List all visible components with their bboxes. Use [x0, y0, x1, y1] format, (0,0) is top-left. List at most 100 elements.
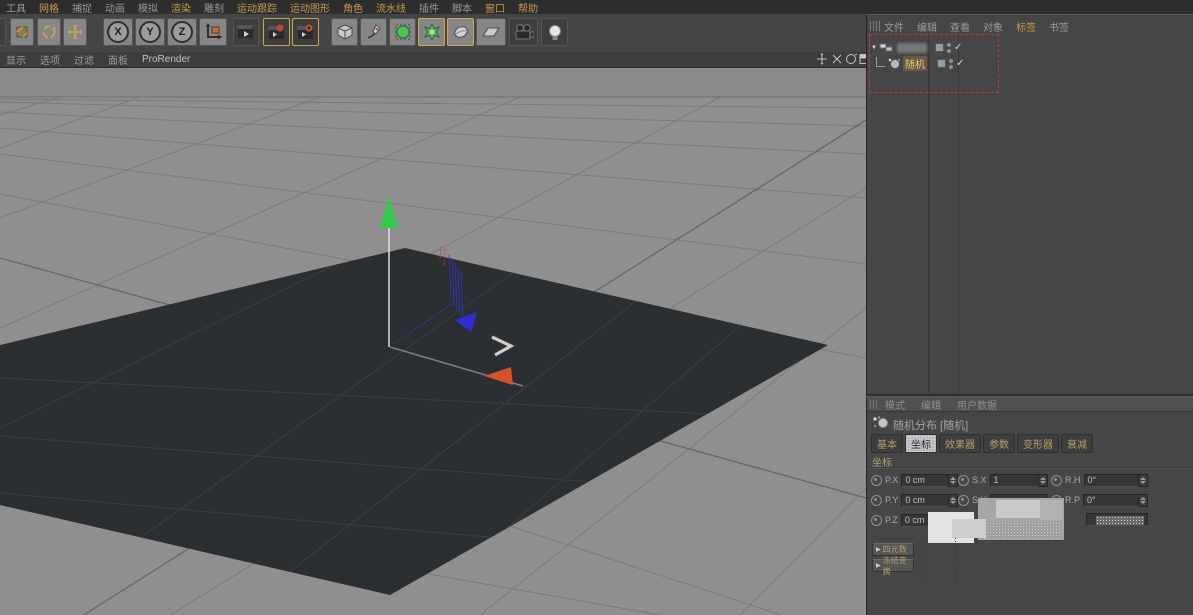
- rh-input[interactable]: 0°: [1083, 473, 1139, 487]
- tab-parameter[interactable]: 参数: [983, 434, 1015, 453]
- py-input[interactable]: 0 cm: [901, 493, 949, 507]
- menu-mograph[interactable]: 运动图形: [290, 0, 330, 15]
- py-stepper[interactable]: [949, 493, 958, 507]
- sx-input[interactable]: 1: [989, 473, 1039, 487]
- selection-marquee: [869, 34, 999, 93]
- anim-dot[interactable]: [871, 474, 882, 486]
- group-freeze-button[interactable]: ▶ 冻结变换: [872, 556, 914, 576]
- attribute-title: 随机分布 [随机]: [893, 420, 969, 432]
- menu-snap[interactable]: 捕捉: [72, 0, 92, 15]
- tab-deformer[interactable]: 变形器: [1017, 434, 1059, 453]
- object-manager-menubar: 文件 编辑 查看 对象 标签 书签: [868, 19, 1193, 34]
- axis-x-label: X: [107, 21, 129, 43]
- viewport-nav-icons: [816, 53, 866, 66]
- add-cube-button[interactable]: [331, 18, 358, 46]
- menu-mesh[interactable]: 网格: [39, 0, 59, 15]
- sx-stepper[interactable]: [1039, 473, 1048, 487]
- camera-button[interactable]: [509, 18, 538, 46]
- viewport-menu-options[interactable]: 选项: [40, 52, 60, 67]
- menu-render[interactable]: 渲染: [171, 0, 191, 15]
- mograph-effector-button[interactable]: [418, 18, 445, 46]
- viewport-menu-prorender[interactable]: ProRender: [142, 54, 190, 65]
- menu-animate[interactable]: 动画: [105, 0, 125, 15]
- viewport-menu-filter[interactable]: 过滤: [74, 52, 94, 67]
- anim-dot[interactable]: [871, 514, 882, 526]
- anim-dot[interactable]: [871, 494, 882, 506]
- tab-effector[interactable]: 效果器: [939, 434, 981, 453]
- menu-pipeline[interactable]: 流水线: [376, 0, 406, 15]
- pen-icon: [365, 23, 383, 41]
- main-toolbar: X Y Z: [0, 14, 866, 53]
- box-select-button[interactable]: [10, 18, 34, 46]
- am-menu-mode[interactable]: 模式: [885, 397, 905, 412]
- coordinate-system-icon: [204, 23, 222, 41]
- collapse-arrow-icon: ▶: [876, 547, 881, 553]
- field-px: P.X 0 cm: [871, 473, 958, 487]
- move-tool-button[interactable]: [63, 18, 87, 46]
- om-menu-edit[interactable]: 编辑: [917, 19, 937, 34]
- tab-falloff[interactable]: 衰减: [1061, 434, 1093, 453]
- render-region-button[interactable]: [263, 18, 290, 46]
- censor-block: [983, 522, 1061, 540]
- menu-help[interactable]: 帮助: [518, 0, 538, 15]
- deformer-button[interactable]: [447, 18, 474, 46]
- pan-icon: [817, 53, 827, 65]
- menu-window[interactable]: 窗口: [485, 0, 505, 15]
- rotate-tool-button[interactable]: [37, 18, 61, 46]
- anim-dot[interactable]: [958, 494, 969, 506]
- viewport-menu-panel[interactable]: 面板: [108, 52, 128, 67]
- rp-stepper[interactable]: [1139, 493, 1148, 507]
- menu-plugins[interactable]: 插件: [419, 0, 439, 15]
- tab-basic[interactable]: 基本: [871, 434, 903, 453]
- axis-z-label: Z: [171, 21, 193, 43]
- px-stepper[interactable]: [949, 473, 958, 487]
- tab-coord[interactable]: 坐标: [905, 434, 937, 453]
- coordinate-system-button[interactable]: [199, 18, 227, 46]
- subdivision-surface-button[interactable]: [389, 18, 416, 46]
- box-select-icon: [14, 24, 30, 40]
- light-button[interactable]: [541, 18, 568, 46]
- viewport-sky: [0, 68, 866, 97]
- px-input[interactable]: 0 cm: [901, 473, 949, 487]
- om-menu-bookmarks[interactable]: 书签: [1049, 19, 1069, 34]
- environment-button[interactable]: [476, 18, 506, 46]
- collapse-arrow-icon: ▶: [876, 563, 881, 569]
- om-menu-tags[interactable]: 标签: [1016, 19, 1036, 34]
- menu-sculpt[interactable]: 雕刻: [204, 0, 224, 15]
- cinema4d-window: 工具 网格 捕捉 动画 模拟 渲染 雕刻 运动跟踪 运动图形 角色 流水线 插件…: [0, 0, 1193, 615]
- attribute-manager-grip[interactable]: [870, 400, 879, 409]
- menu-character[interactable]: 角色: [343, 0, 363, 15]
- menu-script[interactable]: 脚本: [452, 0, 472, 15]
- main-menubar: 工具 网格 捕捉 动画 模拟 渲染 雕刻 运动跟踪 运动图形 角色 流水线 插件…: [0, 0, 1193, 15]
- deformer-icon: [452, 23, 470, 41]
- move-icon: [67, 24, 83, 40]
- censor-block: [996, 500, 1042, 518]
- viewport-3d[interactable]: [0, 68, 866, 615]
- draw-spline-button[interactable]: [360, 18, 387, 46]
- om-menu-objects[interactable]: 对象: [983, 19, 1003, 34]
- viewport-menubar: 显示 选项 过滤 面板 ProRender: [0, 52, 866, 68]
- camera-icon: [514, 23, 534, 41]
- axis-lock-x-button[interactable]: X: [103, 18, 133, 46]
- anim-dot[interactable]: [958, 474, 969, 486]
- subdivision-surface-icon: [394, 23, 412, 41]
- light-bulb-icon: [547, 24, 563, 41]
- menu-tools[interactable]: 工具: [6, 0, 26, 15]
- render-settings-button[interactable]: [292, 18, 319, 46]
- censor-block: [1096, 516, 1144, 525]
- anim-dot[interactable]: [1051, 474, 1062, 486]
- om-menu-file[interactable]: 文件: [884, 19, 904, 34]
- am-menu-userdata[interactable]: 用户数据: [957, 397, 997, 412]
- menu-simulate[interactable]: 模拟: [138, 0, 158, 15]
- censor-block: [952, 519, 986, 538]
- partial-tool-button[interactable]: [0, 18, 6, 46]
- rh-stepper[interactable]: [1139, 473, 1148, 487]
- render-view-button[interactable]: [233, 18, 259, 46]
- axis-lock-y-button[interactable]: Y: [135, 18, 165, 46]
- viewport-menu-display[interactable]: 显示: [6, 52, 26, 67]
- am-menu-edit[interactable]: 编辑: [921, 397, 941, 412]
- rp-input[interactable]: 0°: [1083, 493, 1139, 507]
- om-menu-view[interactable]: 查看: [950, 19, 970, 34]
- menu-motion-track[interactable]: 运动跟踪: [237, 0, 277, 15]
- axis-lock-z-button[interactable]: Z: [167, 18, 197, 46]
